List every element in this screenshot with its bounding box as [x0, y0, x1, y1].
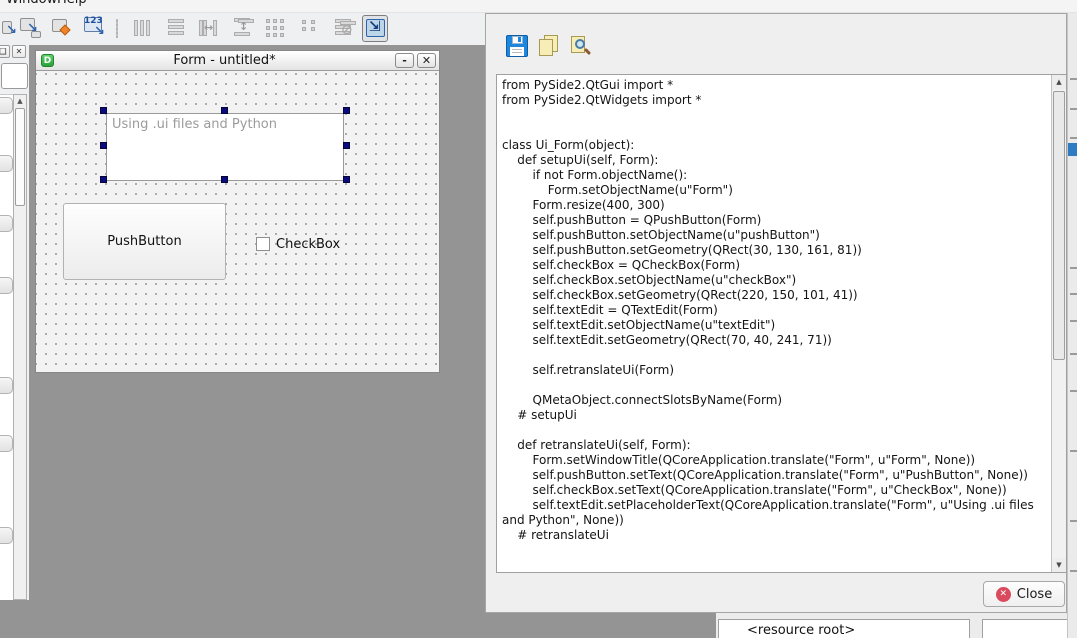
- layout-vertically-splitter-icon[interactable]: ↕: [229, 15, 255, 42]
- code-text: from PySide2.QtGui import * from PySide2…: [502, 78, 1048, 570]
- qt-designer-window: Window Help ↘ ↘ 123 ↘ ↔: [0, 0, 1077, 638]
- resize-handle-bottom-right[interactable]: [343, 176, 350, 183]
- form-window-title: Form - untitled*: [54, 53, 395, 68]
- textedit-widget[interactable]: Using .ui files and Python: [106, 113, 344, 181]
- form-editor-window: D Form - untitled* - ✕ Using .ui files a…: [35, 50, 440, 373]
- widget-category-header[interactable]: [0, 215, 13, 232]
- form-canvas[interactable]: Using .ui files and Python PushButton Ch…: [36, 72, 439, 372]
- resize-handle-left[interactable]: [100, 142, 107, 149]
- layout-vertically-icon[interactable]: [163, 15, 189, 42]
- widget-category-header[interactable]: [0, 435, 13, 452]
- toolbar-separator: [116, 19, 118, 38]
- code-scrollbar[interactable]: ▲ ▼: [1051, 75, 1066, 572]
- dock-close-icon[interactable]: ✕: [12, 45, 26, 58]
- dialog-close-button[interactable]: ✕ Close: [983, 581, 1065, 607]
- widget-category-header[interactable]: [0, 97, 13, 114]
- form-titlebar[interactable]: D Form - untitled* - ✕: [36, 51, 439, 71]
- widget-category-header[interactable]: [0, 377, 13, 394]
- close-button[interactable]: ✕: [417, 53, 436, 68]
- selection-mark: [1068, 143, 1077, 156]
- scroll-down-icon[interactable]: ▼: [1052, 558, 1066, 572]
- widget-category-header[interactable]: [0, 155, 13, 172]
- layout-form-icon[interactable]: [297, 15, 323, 42]
- edit-tab-order-icon[interactable]: 123 ↘: [82, 15, 108, 42]
- save-icon[interactable]: [505, 34, 531, 60]
- widget-box-scrollbar[interactable]: ▲: [13, 94, 27, 600]
- resize-handle-right[interactable]: [343, 142, 350, 149]
- textedit-placeholder: Using .ui files and Python: [112, 117, 277, 132]
- pushbutton-widget[interactable]: PushButton: [63, 203, 226, 280]
- menu-window[interactable]: Window: [6, 0, 57, 7]
- resource-root-label: <resource root>: [747, 623, 855, 638]
- scrollbar-thumb[interactable]: [1053, 91, 1065, 360]
- scrollbar-thumb[interactable]: [15, 108, 25, 206]
- layout-horizontally-icon[interactable]: [130, 15, 156, 42]
- dock-float-icon[interactable]: ❑: [0, 45, 10, 58]
- right-panel-edge: [1067, 13, 1077, 638]
- copy-icon[interactable]: [537, 34, 563, 60]
- edit-widgets-icon[interactable]: ↘: [0, 15, 14, 42]
- edit-buddies-icon[interactable]: [50, 15, 76, 42]
- scroll-up-icon[interactable]: ▲: [14, 95, 26, 107]
- resize-handle-top[interactable]: [221, 107, 228, 114]
- close-button-label: Close: [1017, 587, 1052, 602]
- widget-category-header[interactable]: [0, 527, 13, 544]
- close-x-icon: ✕: [996, 587, 1011, 602]
- widget-category-header[interactable]: [0, 277, 13, 294]
- resize-handle-bottom-left[interactable]: [100, 176, 107, 183]
- menubar: Window Help: [0, 0, 1077, 13]
- resize-handle-bottom[interactable]: [221, 176, 228, 183]
- checkbox-widget[interactable]: CheckBox: [256, 234, 340, 254]
- widget-box-list: [0, 94, 13, 600]
- resize-handle-top-right[interactable]: [343, 107, 350, 114]
- resource-browser-panel: <resource root>: [716, 613, 1077, 638]
- layout-grid-icon[interactable]: [263, 15, 289, 42]
- widget-filter-input[interactable]: [1, 63, 28, 89]
- layout-horizontally-splitter-icon[interactable]: ↔: [196, 15, 222, 42]
- resource-root-item[interactable]: <resource root>: [718, 619, 970, 638]
- resize-handle-top-left[interactable]: [100, 107, 107, 114]
- menu-help[interactable]: Help: [57, 0, 87, 7]
- checkbox-label: CheckBox: [276, 237, 340, 252]
- resource-preview-box[interactable]: [982, 619, 1077, 638]
- adjust-size-icon[interactable]: ⇲: [362, 15, 388, 42]
- scroll-up-icon[interactable]: ▲: [1052, 75, 1066, 89]
- designer-form-icon: D: [41, 54, 54, 67]
- checkbox-box[interactable]: [256, 237, 270, 251]
- find-icon[interactable]: [569, 34, 595, 60]
- code-editor[interactable]: from PySide2.QtGui import * from PySide2…: [496, 74, 1067, 573]
- code-preview-dialog: from PySide2.QtGui import * from PySide2…: [485, 13, 1067, 613]
- edit-signals-slots-icon[interactable]: ↘: [18, 15, 44, 42]
- minimize-button[interactable]: -: [395, 53, 414, 68]
- widget-box-panel: ❑ ✕ ▲: [0, 44, 29, 638]
- break-layout-icon[interactable]: ⊘: [330, 15, 356, 42]
